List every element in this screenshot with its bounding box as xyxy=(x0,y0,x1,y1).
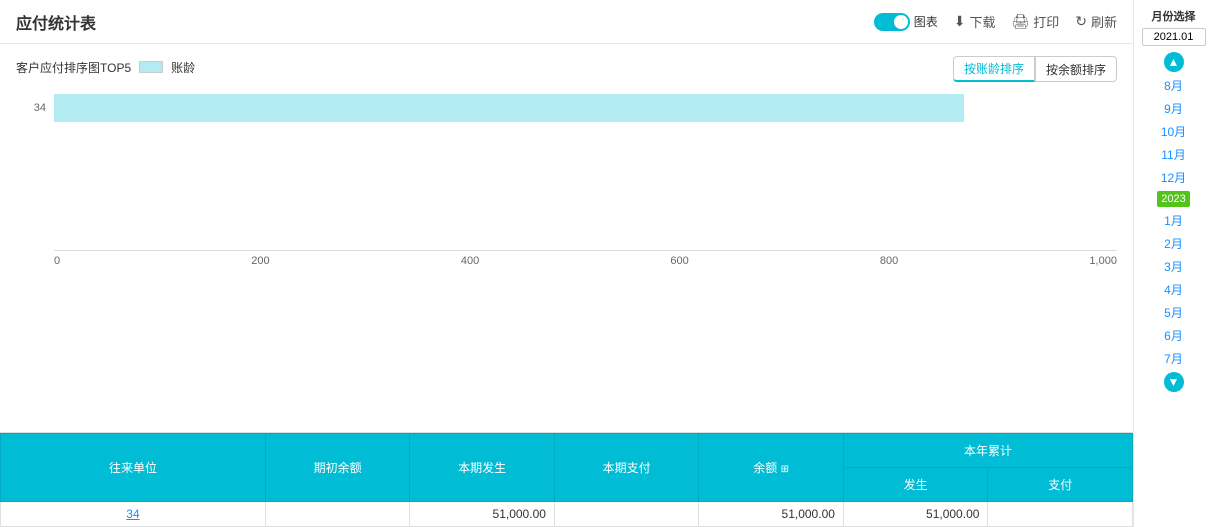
sidebar-title: 月份选择 xyxy=(1152,8,1196,24)
sort-by-amount-button[interactable]: 按账龄排序 xyxy=(953,56,1035,82)
cell-unit[interactable]: 34 xyxy=(1,502,266,527)
header-actions: 图表 ⬇ 下载 🖨 打印 ↻ 刷新 xyxy=(874,12,1117,31)
download-icon: ⬇ xyxy=(954,13,966,30)
month-item[interactable]: 1月 xyxy=(1134,209,1213,232)
bar-row-label: 34 xyxy=(16,102,46,114)
bar-chart: 34 856天 0 200 400 600 800 1,000 xyxy=(16,94,1117,314)
bar-fill xyxy=(54,94,964,122)
chart-toggle[interactable] xyxy=(874,13,910,31)
chart-section: 客户应付排序图TOP5 账龄 按账龄排序 按余额排序 34 856天 xyxy=(0,44,1133,432)
cell-ytd-pay xyxy=(988,502,1133,527)
data-table: 往来单位 期初余额 本期发生 本期支付 余额 ⊞ 本年累计 发生 支付 34 xyxy=(0,433,1133,527)
cell-current-pay xyxy=(554,502,699,527)
month-item[interactable]: 6月 xyxy=(1134,324,1213,347)
th-current-occur: 本期发生 xyxy=(410,434,555,502)
balance-icon: ⊞ xyxy=(781,464,789,475)
th-ytd-occur: 发生 xyxy=(843,468,988,502)
th-unit: 往来单位 xyxy=(1,434,266,502)
header: 应付统计表 图表 ⬇ 下载 🖨 打印 ↻ 刷新 xyxy=(0,0,1133,44)
cell-balance: 51,000.00 xyxy=(699,502,844,527)
cell-ytd-occur: 51,000.00 xyxy=(843,502,988,527)
sidebar-nav-down[interactable]: ▼ xyxy=(1164,372,1184,392)
x-axis-line xyxy=(54,250,1117,251)
page-title: 应付统计表 xyxy=(16,10,96,34)
table-row: 34 51,000.00 51,000.00 51,000.00 xyxy=(1,502,1133,527)
sort-by-balance-button[interactable]: 按余额排序 xyxy=(1035,56,1117,82)
legend-box xyxy=(139,61,163,73)
th-ytd: 本年累计 xyxy=(843,434,1132,468)
bar-container: 856天 xyxy=(54,94,1117,122)
month-item[interactable]: 2月 xyxy=(1134,232,1213,255)
table-section: 往来单位 期初余额 本期发生 本期支付 余额 ⊞ 本年累计 发生 支付 34 xyxy=(0,432,1133,527)
refresh-label: 刷新 xyxy=(1091,12,1117,31)
refresh-icon: ↻ xyxy=(1075,13,1087,30)
cell-current-occur: 51,000.00 xyxy=(410,502,555,527)
chart-legend: 客户应付排序图TOP5 账龄 xyxy=(16,59,195,76)
th-current-pay: 本期支付 xyxy=(554,434,699,502)
month-item[interactable]: 10月 xyxy=(1134,120,1213,143)
month-item[interactable]: 4月 xyxy=(1134,278,1213,301)
th-opening: 期初余额 xyxy=(265,434,410,502)
refresh-button[interactable]: ↻ 刷新 xyxy=(1075,12,1117,31)
download-button[interactable]: ⬇ 下载 xyxy=(954,12,996,31)
x-tick-200: 200 xyxy=(251,255,269,267)
month-item[interactable]: 5月 xyxy=(1134,301,1213,324)
month-list: 8月9月10月11月12月 2023 1月2月3月4月5月6月7月 xyxy=(1134,74,1213,370)
th-balance: 余额 ⊞ xyxy=(699,434,844,502)
chart-toggle-wrap: 图表 xyxy=(874,13,938,31)
x-tick-600: 600 xyxy=(670,255,688,267)
table-header-row-1: 往来单位 期初余额 本期发生 本期支付 余额 ⊞ 本年累计 xyxy=(1,434,1133,468)
year-badge: 2023 xyxy=(1157,191,1189,207)
x-tick-1000: 1,000 xyxy=(1089,255,1117,267)
x-tick-400: 400 xyxy=(461,255,479,267)
print-icon: 🖨 xyxy=(1011,13,1029,30)
sidebar: 月份选择 ▲ 8月9月10月11月12月 2023 1月2月3月4月5月6月7月 ▼ xyxy=(1133,0,1213,527)
month-item[interactable]: 9月 xyxy=(1134,97,1213,120)
print-button[interactable]: 🖨 打印 xyxy=(1011,12,1059,31)
print-label: 打印 xyxy=(1033,12,1059,31)
cell-opening xyxy=(265,502,410,527)
month-item[interactable]: 3月 xyxy=(1134,255,1213,278)
month-item[interactable]: 7月 xyxy=(1134,347,1213,370)
download-label: 下载 xyxy=(969,12,995,31)
sidebar-year-input[interactable] xyxy=(1142,28,1206,46)
x-axis: 0 200 400 600 800 1,000 xyxy=(16,255,1117,267)
chart-controls: 按账龄排序 按余额排序 xyxy=(953,56,1117,82)
legend-box-label: 账龄 xyxy=(171,59,195,76)
balance-label: 余额 xyxy=(753,461,777,475)
bar-row: 34 856天 xyxy=(16,94,1117,122)
month-item[interactable]: 11月 xyxy=(1134,143,1213,166)
th-ytd-pay: 支付 xyxy=(988,468,1133,502)
month-item[interactable]: 8月 xyxy=(1134,74,1213,97)
month-item[interactable]: 12月 xyxy=(1134,166,1213,189)
toggle-label: 图表 xyxy=(914,13,938,30)
legend-chart-label: 客户应付排序图TOP5 xyxy=(16,59,131,76)
sidebar-nav-up[interactable]: ▲ xyxy=(1164,52,1184,72)
x-tick-0: 0 xyxy=(54,255,60,267)
x-tick-800: 800 xyxy=(880,255,898,267)
